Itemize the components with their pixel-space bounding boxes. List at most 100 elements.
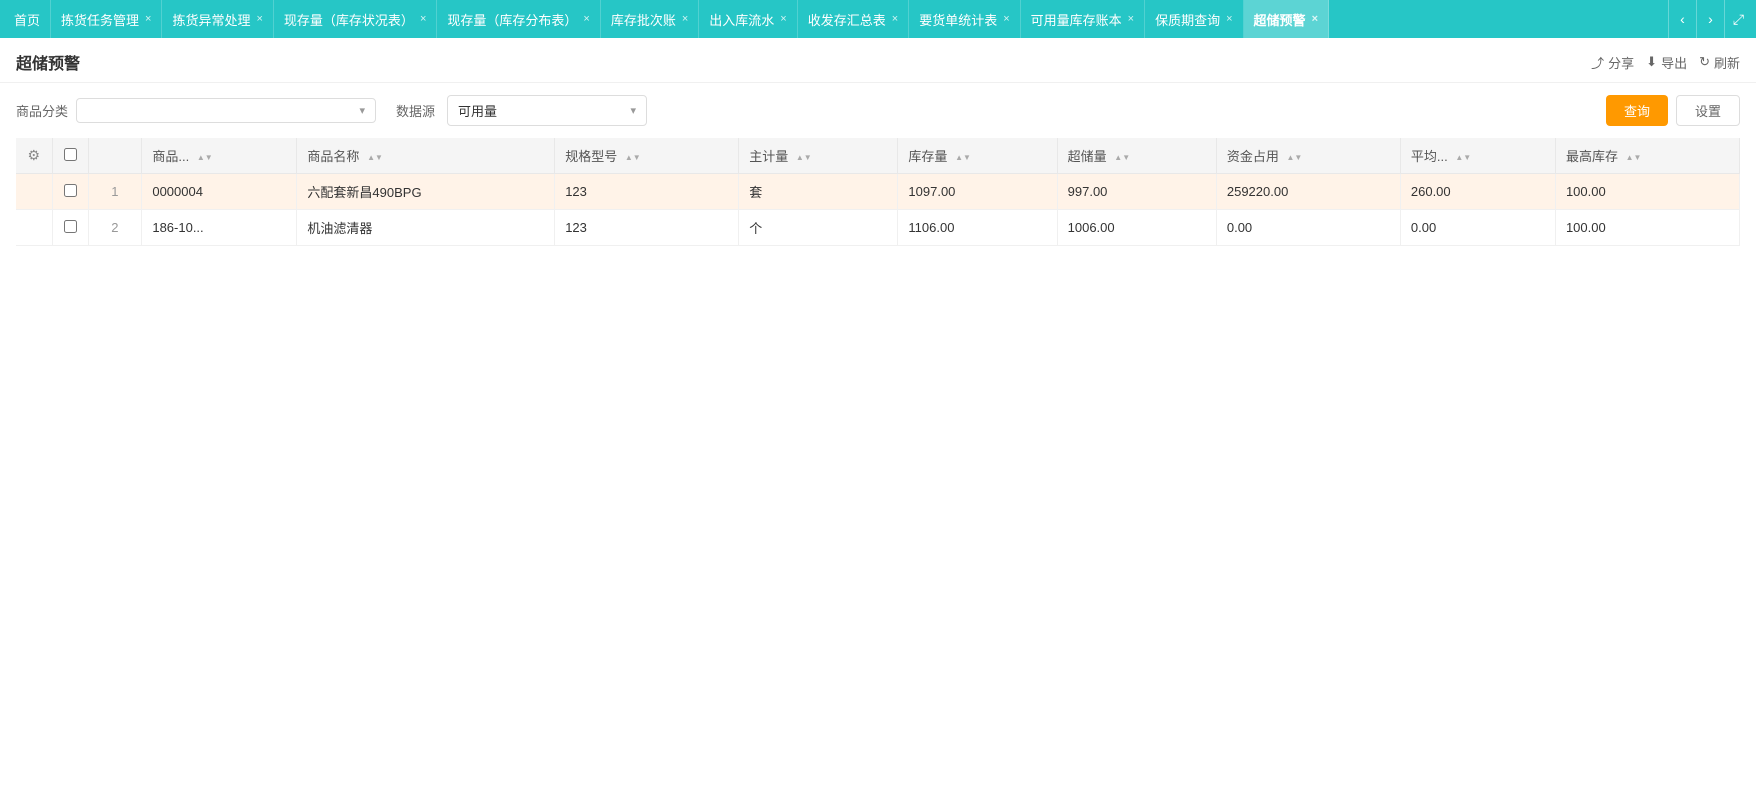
row-gear xyxy=(16,210,52,246)
col-header-num xyxy=(88,138,142,174)
row-number: 1 xyxy=(88,174,142,210)
nav-inout-flow[interactable]: 出入库流水 × xyxy=(699,0,797,38)
col-header-avg[interactable]: 平均... ▲▼ xyxy=(1400,138,1555,174)
row-avg: 260.00 xyxy=(1400,174,1555,210)
overstock-table: ⚙ 商品... ▲▼ 商品名称 ▲▼ 规格型号 ▲▼ xyxy=(16,138,1740,246)
col-header-stock[interactable]: 库存量 ▲▼ xyxy=(898,138,1057,174)
row-product-name: 机油滤清器 xyxy=(297,210,555,246)
nav-expiry[interactable]: 保质期查询 × xyxy=(1145,0,1243,38)
gear-column-header[interactable]: ⚙ xyxy=(16,138,52,174)
close-icon[interactable]: × xyxy=(1128,13,1134,25)
refresh-button[interactable]: ↻ 刷新 xyxy=(1699,53,1740,72)
settings-button[interactable]: 设置 xyxy=(1676,95,1740,126)
row-product-code: 0000004 xyxy=(142,174,297,210)
sort-icon: ▲▼ xyxy=(367,153,383,162)
col-header-capital[interactable]: 资金占用 ▲▼ xyxy=(1216,138,1400,174)
row-spec: 123 xyxy=(555,210,739,246)
close-icon[interactable]: × xyxy=(145,13,151,25)
row-max-stock: 100.00 xyxy=(1555,174,1739,210)
datasource-value: 可用量 xyxy=(458,101,497,120)
col-header-overstock[interactable]: 超储量 ▲▼ xyxy=(1057,138,1216,174)
row-avg: 0.00 xyxy=(1400,210,1555,246)
product-category-label: 商品分类 xyxy=(16,101,68,120)
select-all-checkbox[interactable] xyxy=(64,148,77,161)
chevron-down-icon: ▾ xyxy=(631,104,637,117)
table-container: ⚙ 商品... ▲▼ 商品名称 ▲▼ 规格型号 ▲▼ xyxy=(0,138,1756,246)
product-category-group: 商品分类 ▾ xyxy=(16,98,376,123)
datasource-group: 数据源 可用量 ▾ xyxy=(396,95,647,126)
close-icon[interactable]: × xyxy=(1312,13,1318,25)
row-stock: 1106.00 xyxy=(898,210,1057,246)
filter-actions: 查询 设置 xyxy=(1606,95,1740,126)
row-max-stock: 100.00 xyxy=(1555,210,1739,246)
row-overstock: 1006.00 xyxy=(1057,210,1216,246)
close-icon[interactable]: × xyxy=(892,13,898,25)
nav-next-button[interactable]: › xyxy=(1696,0,1724,38)
row-gear xyxy=(16,174,52,210)
row-checkbox-cell[interactable] xyxy=(52,210,88,246)
nav-task-mgmt[interactable]: 拣货任务管理 × xyxy=(51,0,162,38)
row-unit: 个 xyxy=(739,210,898,246)
share-icon: ⤴ xyxy=(1591,53,1604,72)
datasource-label: 数据源 xyxy=(396,101,435,120)
nav-abnormal[interactable]: 拣货异常处理 × xyxy=(162,0,273,38)
col-header-product-name[interactable]: 商品名称 ▲▼ xyxy=(297,138,555,174)
row-checkbox-cell[interactable] xyxy=(52,174,88,210)
nav-collect-summary[interactable]: 收发存汇总表 × xyxy=(798,0,909,38)
datasource-select[interactable]: 可用量 ▾ xyxy=(447,95,647,126)
row-product-code: 186-10... xyxy=(142,210,297,246)
nav-stock-status[interactable]: 现存量（库存状况表） × xyxy=(274,0,437,38)
page-title: 超储预警 xyxy=(16,50,80,74)
row-product-name: 六配套新昌490BPG xyxy=(297,174,555,210)
refresh-icon: ↻ xyxy=(1699,54,1710,70)
row-unit: 套 xyxy=(739,174,898,210)
query-button[interactable]: 查询 xyxy=(1606,95,1668,126)
row-number: 2 xyxy=(88,210,142,246)
col-header-product-code[interactable]: 商品... ▲▼ xyxy=(142,138,297,174)
row-checkbox[interactable] xyxy=(64,220,77,233)
nav-expand-button[interactable]: ⤢ xyxy=(1724,0,1752,38)
sort-icon: ▲▼ xyxy=(1626,153,1642,162)
row-capital: 259220.00 xyxy=(1216,174,1400,210)
close-icon[interactable]: × xyxy=(256,13,262,25)
export-button[interactable]: ⬇ 导出 xyxy=(1646,53,1687,72)
col-header-spec[interactable]: 规格型号 ▲▼ xyxy=(555,138,739,174)
row-capital: 0.00 xyxy=(1216,210,1400,246)
nav-batch-account[interactable]: 库存批次账 × xyxy=(601,0,699,38)
sort-icon: ▲▼ xyxy=(1287,153,1303,162)
navigation-bar: 首页 拣货任务管理 × 拣货异常处理 × 现存量（库存状况表） × 现存量（库存… xyxy=(0,0,1756,38)
nav-order-stats[interactable]: 要货单统计表 × xyxy=(909,0,1020,38)
table-row: 2 186-10... 机油滤清器 123 个 1106.00 1006.00 … xyxy=(16,210,1740,246)
close-icon[interactable]: × xyxy=(1226,13,1232,25)
close-icon[interactable]: × xyxy=(420,13,426,25)
sort-icon: ▲▼ xyxy=(625,153,641,162)
checkbox-column-header[interactable] xyxy=(52,138,88,174)
header-actions: ⤴ 分享 ⬇ 导出 ↻ 刷新 xyxy=(1591,53,1740,72)
col-header-unit[interactable]: 主计量 ▲▼ xyxy=(739,138,898,174)
row-overstock: 997.00 xyxy=(1057,174,1216,210)
nav-arrows: ‹ › ⤢ xyxy=(1668,0,1752,38)
row-checkbox[interactable] xyxy=(64,184,77,197)
nav-prev-button[interactable]: ‹ xyxy=(1668,0,1696,38)
gear-icon[interactable]: ⚙ xyxy=(27,147,40,163)
sort-icon: ▲▼ xyxy=(1455,153,1471,162)
nav-stock-dist[interactable]: 现存量（库存分布表） × xyxy=(437,0,600,38)
sort-icon: ▲▼ xyxy=(197,153,213,162)
sort-icon: ▲▼ xyxy=(1114,153,1130,162)
col-header-max-stock[interactable]: 最高库存 ▲▼ xyxy=(1555,138,1739,174)
nav-overstock[interactable]: 超储预警 × xyxy=(1244,0,1329,38)
close-icon[interactable]: × xyxy=(1003,13,1009,25)
close-icon[interactable]: × xyxy=(682,13,688,25)
export-icon: ⬇ xyxy=(1646,54,1657,70)
close-icon[interactable]: × xyxy=(780,13,786,25)
product-category-select[interactable]: ▾ xyxy=(76,98,376,123)
close-icon[interactable]: × xyxy=(583,13,589,25)
nav-home[interactable]: 首页 xyxy=(4,0,51,38)
table-row: 1 0000004 六配套新昌490BPG 123 套 1097.00 997.… xyxy=(16,174,1740,210)
nav-available-account[interactable]: 可用量库存账本 × xyxy=(1021,0,1145,38)
sort-icon: ▲▼ xyxy=(955,153,971,162)
share-button[interactable]: ⤴ 分享 xyxy=(1591,53,1634,72)
chevron-down-icon: ▾ xyxy=(359,104,365,117)
row-stock: 1097.00 xyxy=(898,174,1057,210)
table-header-row: ⚙ 商品... ▲▼ 商品名称 ▲▼ 规格型号 ▲▼ xyxy=(16,138,1740,174)
